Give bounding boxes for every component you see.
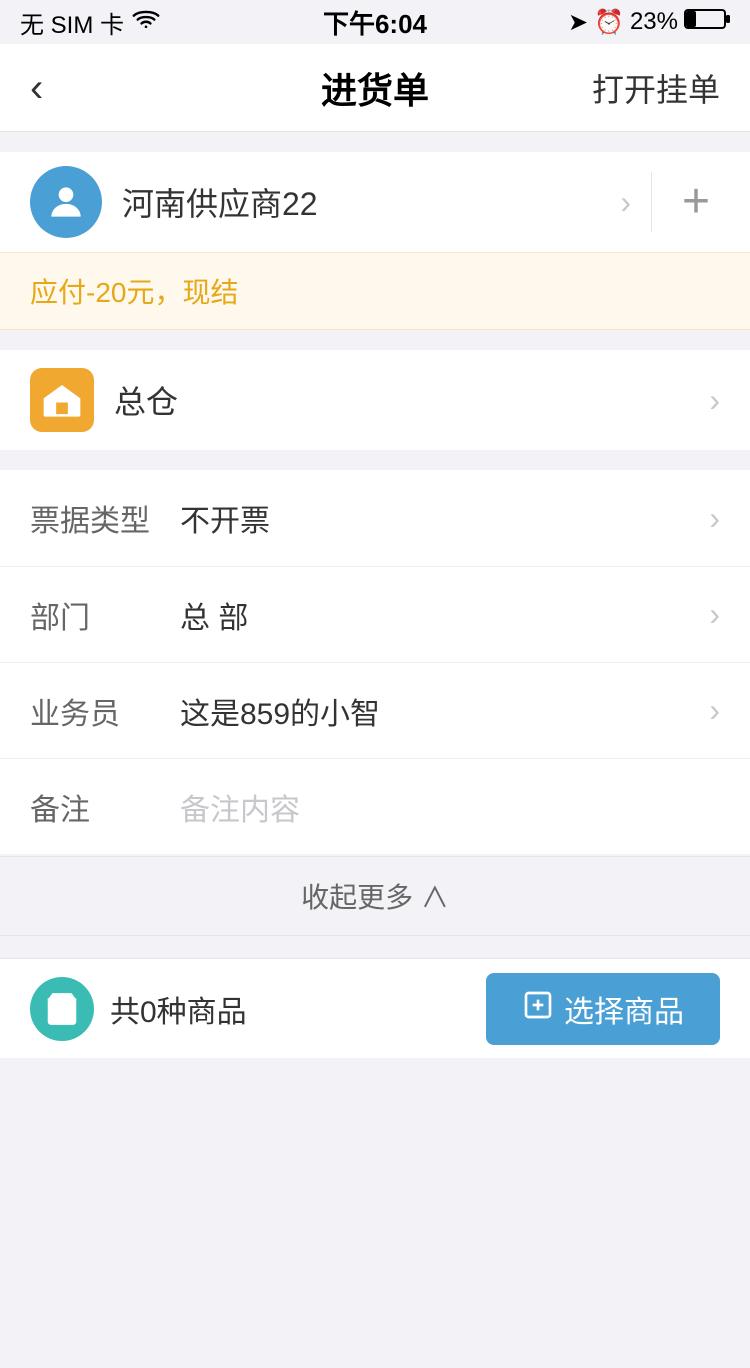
location-icon: ➤ [568,8,588,37]
battery-icon [684,7,730,38]
invoice-value: 不开票 [170,496,709,540]
collapse-bar[interactable]: 收起更多 ∧ [0,856,750,936]
cart-icon [30,977,94,1041]
section-divider-1 [0,132,750,152]
select-product-icon [522,989,554,1029]
supplier-card: 河南供应商22 › + 应付-20元，现结 [0,152,750,330]
select-product-label: 选择商品 [564,987,684,1031]
warehouse-chevron-icon: › [709,382,720,419]
warehouse-name: 总仓 [114,377,709,423]
form-card: 票据类型 不开票 › 部门 总 部 › 业务员 这是859的小智 › 备注 备注… [0,470,750,854]
section-divider-4 [0,936,750,956]
collapse-label: 收起更多 ∧ [301,876,449,916]
page-title: 进货单 [321,62,429,114]
product-count: 共0种商品 [110,987,486,1031]
warehouse-icon [30,368,94,432]
supplier-chevron-icon: › [620,184,631,221]
department-row[interactable]: 部门 总 部 › [0,566,750,662]
supplier-notice: 应付-20元，现结 [0,252,750,330]
status-time: 下午6:04 [323,4,427,41]
product-bar: 共0种商品 选择商品 [0,958,750,1058]
section-divider-2 [0,330,750,350]
nav-bar: ‹ 进货单 打开挂单 [0,44,750,132]
page-background [0,1058,750,1368]
department-value: 总 部 [170,593,709,637]
salesperson-value: 这是859的小智 [170,689,709,733]
supplier-avatar [30,166,102,238]
invoice-type-row[interactable]: 票据类型 不开票 › [0,470,750,566]
salesperson-label: 业务员 [30,689,170,733]
salesperson-chevron-icon: › [709,692,720,729]
department-label: 部门 [30,593,170,637]
warehouse-card: 总仓 › [0,350,750,450]
select-product-button[interactable]: 选择商品 [486,973,720,1045]
supplier-name: 河南供应商22 [122,179,620,225]
status-right: ➤ ⏰ 23% [568,7,730,38]
wifi-icon [132,8,160,36]
carrier-text: 无 SIM 卡 [20,5,124,40]
remark-input[interactable]: 备注内容 [170,785,720,829]
open-pending-button[interactable]: 打开挂单 [592,65,720,111]
salesperson-row[interactable]: 业务员 这是859的小智 › [0,662,750,758]
department-chevron-icon: › [709,596,720,633]
status-bar: 无 SIM 卡 下午6:04 ➤ ⏰ 23% [0,0,750,44]
supplier-row[interactable]: 河南供应商22 › + [0,152,750,252]
status-left: 无 SIM 卡 [20,5,160,40]
battery-percent: 23% [630,8,678,36]
back-button[interactable]: ‹ [30,68,43,108]
remark-row[interactable]: 备注 备注内容 [0,758,750,854]
invoice-chevron-icon: › [709,500,720,537]
warehouse-row[interactable]: 总仓 › [0,350,750,450]
section-divider-3 [0,450,750,470]
remark-label: 备注 [30,785,170,829]
supplier-divider [651,172,652,232]
add-supplier-button[interactable]: + [672,178,720,226]
invoice-label: 票据类型 [30,496,170,540]
alarm-icon: ⏰ [594,8,624,37]
